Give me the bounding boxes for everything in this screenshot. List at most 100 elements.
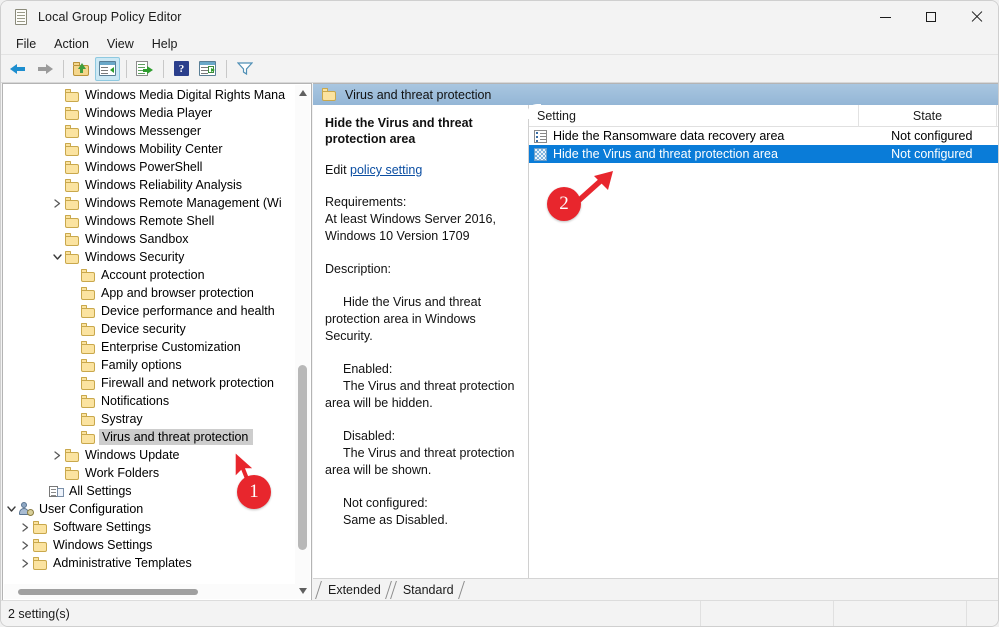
requirements-block: Requirements: At least Windows Server 20… xyxy=(325,194,518,245)
up-one-level-button[interactable] xyxy=(69,57,94,81)
filter-button[interactable] xyxy=(232,57,257,81)
tree-expander-none xyxy=(49,122,65,140)
results-header: Virus and threat protection xyxy=(313,84,998,105)
policy-tree[interactable]: Windows Media Digital Rights Mana Windows… xyxy=(3,86,297,582)
column-header-setting[interactable]: Setting xyxy=(529,105,859,127)
folder-icon xyxy=(33,556,48,570)
tab-standard[interactable]: Standard xyxy=(391,580,464,600)
tree-item[interactable]: Virus and threat protection xyxy=(3,428,297,446)
tree-item[interactable]: Windows Messenger xyxy=(3,122,297,140)
menu-view[interactable]: View xyxy=(98,35,143,53)
tree-expander-collapsed[interactable] xyxy=(17,536,33,554)
table-row[interactable]: Hide the Virus and threat protection are… xyxy=(529,145,998,163)
tree-item[interactable]: Systray xyxy=(3,410,297,428)
settings-list[interactable]: Setting State Hide the Ransomware data r… xyxy=(529,105,998,580)
folder-icon xyxy=(81,322,96,336)
tree-scroll-thumb[interactable] xyxy=(298,365,307,550)
tree-expander-expanded[interactable] xyxy=(3,500,19,518)
tree-item[interactable]: Windows Settings xyxy=(3,536,297,554)
export-list-button[interactable] xyxy=(132,57,157,81)
tree-hscroll-thumb[interactable] xyxy=(18,589,198,595)
toolbar: ? xyxy=(1,55,998,83)
tree-item[interactable]: Device performance and health xyxy=(3,302,297,320)
tree-item-label: Windows Remote Shell xyxy=(85,214,215,228)
tree-item[interactable]: Windows Mobility Center xyxy=(3,140,297,158)
tree-item[interactable]: All Settings xyxy=(3,482,297,500)
tree-expander-collapsed[interactable] xyxy=(17,554,33,572)
folder-icon xyxy=(65,232,80,246)
forward-button[interactable] xyxy=(32,57,57,81)
scroll-up-button[interactable] xyxy=(295,85,310,101)
show-hide-console-tree-button[interactable] xyxy=(95,56,120,81)
folder-icon xyxy=(33,538,48,552)
tree-item[interactable]: Windows PowerShell xyxy=(3,158,297,176)
policy-setting-link[interactable]: policy setting xyxy=(350,163,422,177)
tree-expander-collapsed[interactable] xyxy=(49,194,65,212)
folder-icon xyxy=(65,160,80,174)
tree-item[interactable]: Firewall and network protection xyxy=(3,374,297,392)
tree-item[interactable]: Device security xyxy=(3,320,297,338)
tree-item[interactable]: Windows Update xyxy=(3,446,297,464)
back-button[interactable] xyxy=(6,57,31,81)
folder-icon xyxy=(65,124,80,138)
action-pane-icon xyxy=(199,61,216,76)
tree-item[interactable]: Windows Remote Management (Wi xyxy=(3,194,297,212)
tab-extended[interactable]: Extended xyxy=(316,580,391,600)
tree-item-label: Notifications xyxy=(101,394,170,408)
tree-item[interactable]: Enterprise Customization xyxy=(3,338,297,356)
tree-item[interactable]: Work Folders xyxy=(3,464,297,482)
tree-expander-none xyxy=(65,356,81,374)
folder-icon xyxy=(65,106,80,120)
folder-icon xyxy=(65,178,80,192)
status-cell-2 xyxy=(701,600,834,626)
show-hide-action-pane-button[interactable] xyxy=(195,57,220,81)
requirements-line-1: At least Windows Server 2016, xyxy=(325,212,496,226)
maximize-button[interactable] xyxy=(908,1,954,33)
folder-icon xyxy=(81,304,96,318)
tree-item[interactable]: App and browser protection xyxy=(3,284,297,302)
tree-item[interactable]: Windows Remote Shell xyxy=(3,212,297,230)
close-button[interactable] xyxy=(954,1,998,33)
tree-item[interactable]: Windows Security xyxy=(3,248,297,266)
tree-item[interactable]: Windows Reliability Analysis xyxy=(3,176,297,194)
tree-item[interactable]: Software Settings xyxy=(3,518,297,536)
tree-expander-expanded[interactable] xyxy=(49,248,65,266)
folder-icon xyxy=(81,268,96,282)
disabled-label: Disabled: xyxy=(343,429,396,443)
tree-expander-none xyxy=(49,104,65,122)
table-row[interactable]: Hide the Ransomware data recovery area No… xyxy=(529,127,998,145)
user-configuration-icon xyxy=(19,502,34,516)
tree-expander-collapsed[interactable] xyxy=(17,518,33,536)
scroll-down-button[interactable] xyxy=(295,583,310,599)
tree-item[interactable]: Account protection xyxy=(3,266,297,284)
menu-action[interactable]: Action xyxy=(45,35,98,53)
console-tree-icon xyxy=(99,61,116,76)
tree-item[interactable]: User Configuration xyxy=(3,500,297,518)
tree-item[interactable]: Windows Media Digital Rights Mana xyxy=(3,86,297,104)
window-controls xyxy=(862,1,998,33)
tree-expander-none xyxy=(65,410,81,428)
tree-item-label: Enterprise Customization xyxy=(101,340,241,354)
requirements-label: Requirements: xyxy=(325,195,407,209)
column-header-state[interactable]: State xyxy=(859,105,997,127)
tree-item-label: Virus and threat protection xyxy=(99,429,254,445)
help-button[interactable]: ? xyxy=(169,57,194,81)
tree-item[interactable]: Administrative Templates xyxy=(3,554,297,572)
menu-file[interactable]: File xyxy=(7,35,45,53)
tree-item[interactable]: Windows Media Player xyxy=(3,104,297,122)
tree-item[interactable]: Windows Sandbox xyxy=(3,230,297,248)
folder-icon xyxy=(65,196,80,210)
minimize-button[interactable] xyxy=(862,1,908,33)
tree-vertical-scrollbar[interactable] xyxy=(295,85,310,599)
tree-horizontal-scrollbar[interactable] xyxy=(4,584,296,599)
menu-help[interactable]: Help xyxy=(143,35,187,53)
tree-expander-none xyxy=(65,284,81,302)
folder-icon xyxy=(81,430,96,444)
notconfigured-label: Not configured: xyxy=(343,496,428,510)
tree-item[interactable]: Family options xyxy=(3,356,297,374)
tree-expander-collapsed[interactable] xyxy=(49,446,65,464)
results-header-title: Virus and threat protection xyxy=(345,87,492,102)
tree-item[interactable]: Notifications xyxy=(3,392,297,410)
folder-icon xyxy=(65,448,80,462)
enabled-label: Enabled: xyxy=(343,362,393,376)
